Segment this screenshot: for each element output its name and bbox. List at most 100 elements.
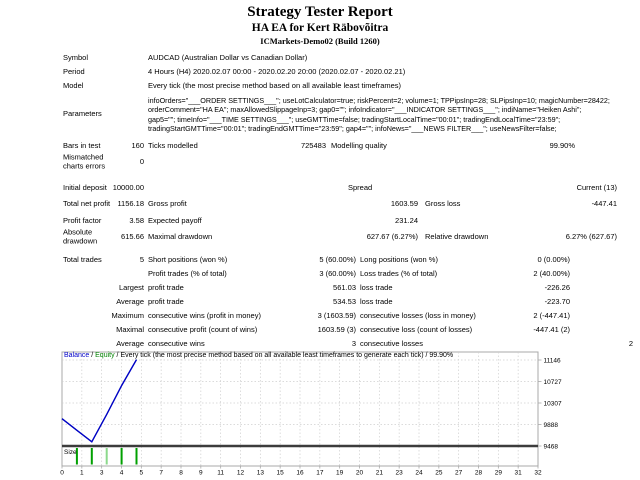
page-title: Strategy Tester Report <box>247 4 393 20</box>
cell-value: 160 <box>131 140 144 150</box>
size-bar <box>135 448 138 465</box>
x-axis-label: 16 <box>296 470 304 477</box>
cell-value: 10000.00 <box>112 182 144 192</box>
legend-model-description: Every tick (the most precise method base… <box>120 352 454 359</box>
cell-label: Gross loss <box>425 198 461 208</box>
cell-label: Period <box>63 66 85 76</box>
x-axis-label: 17 <box>316 470 324 477</box>
table-row: Total net profit 1156.18 Gross profit 1603.… <box>0 194 640 214</box>
table-row: Total trades 5 Short positions (won %) 5 (6… <box>0 253 640 267</box>
cell-value-wide: 4 Hours (H4) 2020.02.07 00:00 - 2020.02.… <box>148 66 406 76</box>
table-row: Period 4 Hours (H4) 2020.02.07 00:00 - 20… <box>0 65 640 79</box>
cell-label: loss trade <box>360 282 393 292</box>
parameters-line: gap5=""; timeInfo="___TIME SETTINGS___";… <box>148 114 561 124</box>
cell-label: Profit trades (% of total) <box>148 268 227 278</box>
table-row: Profit trades (% of total) 3 (60.00%) Loss… <box>0 267 640 281</box>
cell-label: consecutive losses <box>360 338 423 348</box>
report-table: Symbol AUDCAD (Australian Dollar vs Canad… <box>0 51 640 351</box>
cell-value: 5 (60.00%) <box>319 254 356 264</box>
cell-value: 1156.18 <box>117 198 144 208</box>
x-axis-label: 28 <box>475 470 483 477</box>
x-axis-label: 25 <box>435 470 443 477</box>
cell-value: 0 <box>139 156 144 166</box>
table-row: Model Every tick (the most precise method… <box>0 79 640 93</box>
report-header: Strategy Tester Report HA EA for Kert Rä… <box>0 0 640 46</box>
cell-value: Largest <box>118 282 144 292</box>
x-axis-label: 8 <box>179 470 183 477</box>
x-axis-label: 19 <box>336 470 344 477</box>
table-row: Largest profit trade 561.03 loss trade -226.… <box>0 281 640 295</box>
balance-chart-canvas: 0 1 3 4 5 7 8 9 11 12 13 15 16 17 19 20 21 23 24 25 27 28 29 31… <box>60 351 562 477</box>
cell-value: 534.53 <box>333 296 356 306</box>
table-row: Absolute drawdown 615.66 Maximal drawdown 6… <box>0 227 640 247</box>
cell-value: -226.26 <box>544 282 570 292</box>
cell-value: 615.66 <box>121 231 144 241</box>
x-axis-label: 1 <box>80 470 84 477</box>
cell-value: 3 (60.00%) <box>319 268 356 278</box>
table-row: Profit factor 3.58 Expected payoff 231.24 <box>0 214 640 227</box>
table-row: Symbol AUDCAD (Australian Dollar vs Canad… <box>0 51 640 65</box>
x-axis-label: 12 <box>237 470 245 477</box>
x-axis-label: 3 <box>100 470 104 477</box>
cell-value: 2 <box>628 338 633 348</box>
table-row: Parameters infoOrders="___ORDER SETTINGS_… <box>0 95 640 133</box>
cell-value-wide: Every tick (the most precise method base… <box>148 80 402 90</box>
cell-value: Current (13) <box>576 182 617 192</box>
cell-value-wide: AUDCAD (Australian Dollar vs Canadian Do… <box>148 52 308 62</box>
legend-balance-label: Balance <box>64 352 90 359</box>
x-axis-label: 4 <box>120 470 124 477</box>
cell-value: 561.03 <box>333 282 356 292</box>
x-axis-label: 31 <box>515 470 523 477</box>
parameters-line: tradingStartGMTTime="00:01"; tradingEndG… <box>148 124 557 134</box>
table-row: Bars in test 160 Ticks modelled 725483 Model… <box>0 139 640 152</box>
table-row: Average profit trade 534.53 loss trade -223.… <box>0 295 640 309</box>
y-axis-label: 9888 <box>544 422 559 429</box>
cell-value: 3 <box>351 338 356 348</box>
x-axis-label: 15 <box>277 470 285 477</box>
cell-label: loss trade <box>360 296 393 306</box>
cell-value: 3 (1603.59) <box>317 310 356 320</box>
cell-value: 6.27% (627.67) <box>565 231 617 241</box>
cell-value: -223.70 <box>544 296 570 306</box>
cell-value: Maximum <box>111 310 144 320</box>
cell-label: Expected payoff <box>148 215 202 225</box>
legend-equity-label: Equity <box>95 352 115 359</box>
x-axis-label: 27 <box>455 470 463 477</box>
cell-label: Gross profit <box>148 198 187 208</box>
report-subtitle: HA EA for Kert Räbovõitra <box>251 22 389 34</box>
table-row: Maximum consecutive wins (profit in money… <box>0 309 640 323</box>
cell-value: 99.90% <box>549 140 575 150</box>
cell-label: Long positions (won %) <box>360 254 438 264</box>
cell-value: 627.67 (6.27%) <box>366 231 418 241</box>
cell-value: -447.41 (2) <box>533 324 570 334</box>
cell-value: 1603.59 (3) <box>317 324 356 334</box>
x-axis-label: 32 <box>534 470 542 477</box>
strategy-tester-report-page: Strategy Tester Report HA EA for Kert Rä… <box>0 0 640 480</box>
cell-label: consecutive wins <box>148 338 205 348</box>
parameters-text: infoOrders="___ORDER SETTINGS___"; useLo… <box>148 96 610 134</box>
cell-label: Model <box>63 80 84 90</box>
cell-label: profit trade <box>148 296 184 306</box>
cell-value: 725483 <box>300 140 326 150</box>
cell-label: Spread <box>348 182 373 192</box>
size-bar <box>120 448 123 465</box>
x-axis-label: 21 <box>376 470 384 477</box>
cell-label: Modelling quality <box>331 140 387 150</box>
cell-value: Average <box>116 338 144 348</box>
cell-value: 231.24 <box>395 215 418 225</box>
cell-label: Symbol <box>63 52 89 62</box>
x-axis-label: 13 <box>257 470 265 477</box>
cell-value: 2 (-447.41) <box>533 310 570 320</box>
cell-label: Loss trades (% of total) <box>360 268 438 278</box>
x-axis-label: 29 <box>495 470 503 477</box>
table-row: Mismatched charts errors 0 <box>0 152 640 172</box>
cell-label: Relative drawdown <box>425 231 489 241</box>
y-axis-label: 9468 <box>544 443 559 450</box>
cell-value: Maximal <box>116 324 144 334</box>
cell-value: 1603.59 <box>390 198 418 208</box>
cell-label: Parameters <box>63 108 102 118</box>
y-axis-label: 10727 <box>544 379 562 386</box>
cell-label: Short positions (won %) <box>148 254 228 264</box>
parameters-line: orderComment="HA EA"; maxAllowedSlippage… <box>148 105 582 115</box>
size-panel-label: Size <box>64 449 77 456</box>
